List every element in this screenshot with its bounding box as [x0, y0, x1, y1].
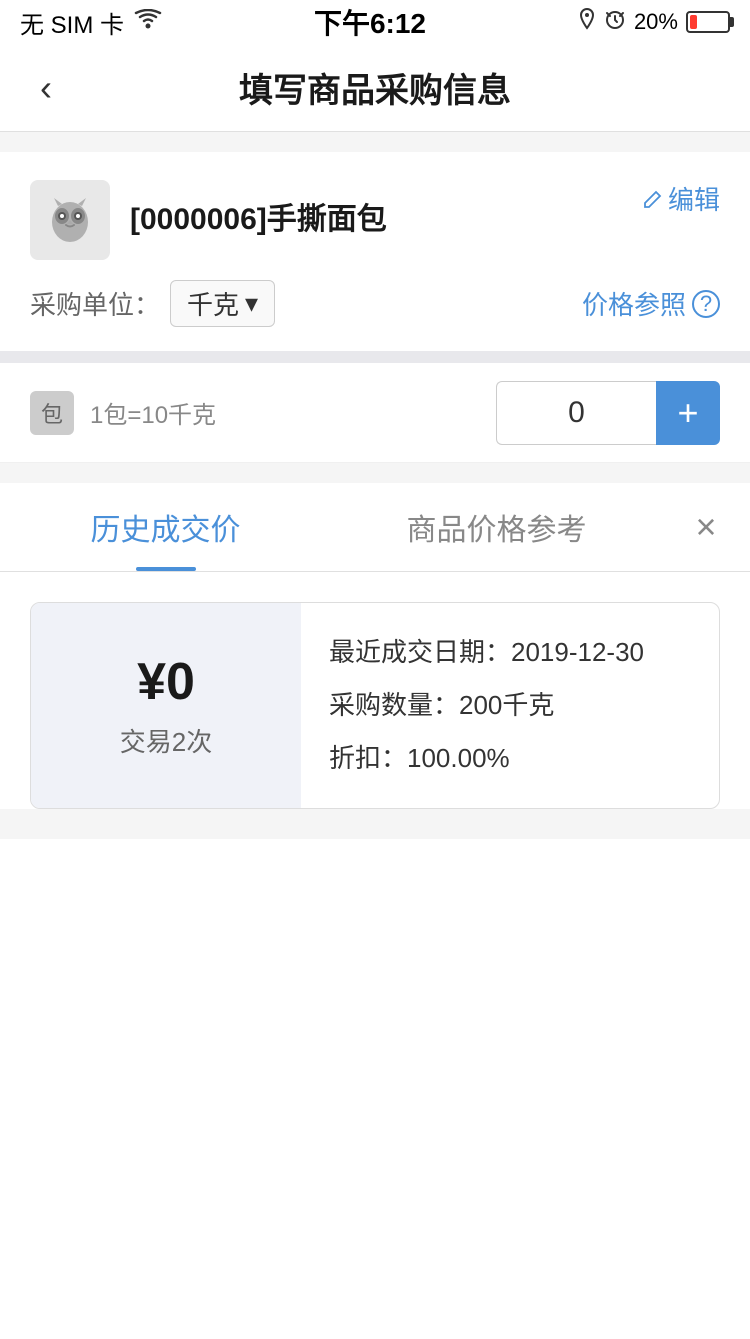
status-bar: 无 SIM 卡 下午6:12 20: [0, 0, 750, 44]
tab-close-button[interactable]: ×: [662, 483, 750, 571]
status-time: 下午6:12: [314, 2, 426, 42]
empty-content-area: [0, 839, 750, 1339]
help-icon: ?: [692, 290, 720, 318]
dropdown-arrow-icon: ▾: [245, 288, 258, 319]
unit-select[interactable]: 千克 ▾: [170, 280, 275, 327]
price-reference-button[interactable]: 价格参照 ?: [582, 285, 720, 322]
product-thumbnail: [30, 180, 110, 260]
carrier-label: 无 SIM 卡: [20, 5, 124, 40]
battery-percent: 20%: [634, 9, 678, 35]
product-name: [0000006]手撕面包: [130, 199, 387, 241]
purchase-qty-row: 采购数量：200千克: [329, 686, 691, 725]
history-price-panel: ¥0 交易2次: [31, 603, 301, 808]
tabs-header: 历史成交价 商品价格参考 ×: [0, 483, 750, 572]
product-section: [0000006]手撕面包 编辑 采购单位： 千克 ▾ 价格参照 ?: [0, 152, 750, 351]
quantity-input-group: +: [496, 381, 720, 445]
history-details-panel: 最近成交日期：2019-12-30 采购数量：200千克 折扣：100.00%: [301, 603, 719, 808]
unit-label: 采购单位： 千克 ▾: [30, 280, 275, 327]
quantity-section: 包 1包=10千克 +: [0, 363, 750, 463]
history-price: ¥0: [137, 652, 195, 712]
nav-bar: ‹ 填写商品采购信息: [0, 44, 750, 132]
product-image: [40, 190, 100, 250]
edit-button[interactable]: 编辑: [642, 180, 720, 217]
tabs-section: 历史成交价 商品价格参考 × ¥0 交易2次 最近成交日期：2019-12-30…: [0, 483, 750, 809]
tab-history-price[interactable]: 历史成交价: [0, 483, 331, 571]
battery-icon: [686, 11, 730, 33]
wifi-icon: [134, 8, 162, 36]
discount-row: 折扣：100.00%: [329, 739, 691, 778]
back-button[interactable]: ‹: [30, 57, 62, 119]
history-card: ¥0 交易2次 最近成交日期：2019-12-30 采购数量：200千克 折扣：…: [30, 602, 720, 809]
product-info: [0000006]手撕面包: [30, 180, 387, 260]
unit-ratio: 1包=10千克: [90, 395, 216, 430]
product-unit-row: 采购单位： 千克 ▾ 价格参照 ?: [30, 280, 720, 327]
tab-price-reference[interactable]: 商品价格参考: [331, 483, 662, 571]
quantity-label-group: 包 1包=10千克: [30, 391, 216, 435]
status-left: 无 SIM 卡: [20, 5, 162, 40]
quantity-input[interactable]: [496, 381, 656, 445]
page-title: 填写商品采购信息: [239, 63, 511, 112]
location-icon: [578, 8, 596, 36]
history-transactions: 交易2次: [120, 722, 212, 759]
alarm-icon: [604, 8, 626, 36]
section-divider: [0, 351, 750, 363]
quantity-plus-button[interactable]: +: [656, 381, 720, 445]
unit-box: 包: [30, 391, 74, 435]
status-right: 20%: [578, 8, 730, 36]
recent-date-row: 最近成交日期：2019-12-30: [329, 633, 691, 672]
product-header: [0000006]手撕面包 编辑: [30, 180, 720, 260]
